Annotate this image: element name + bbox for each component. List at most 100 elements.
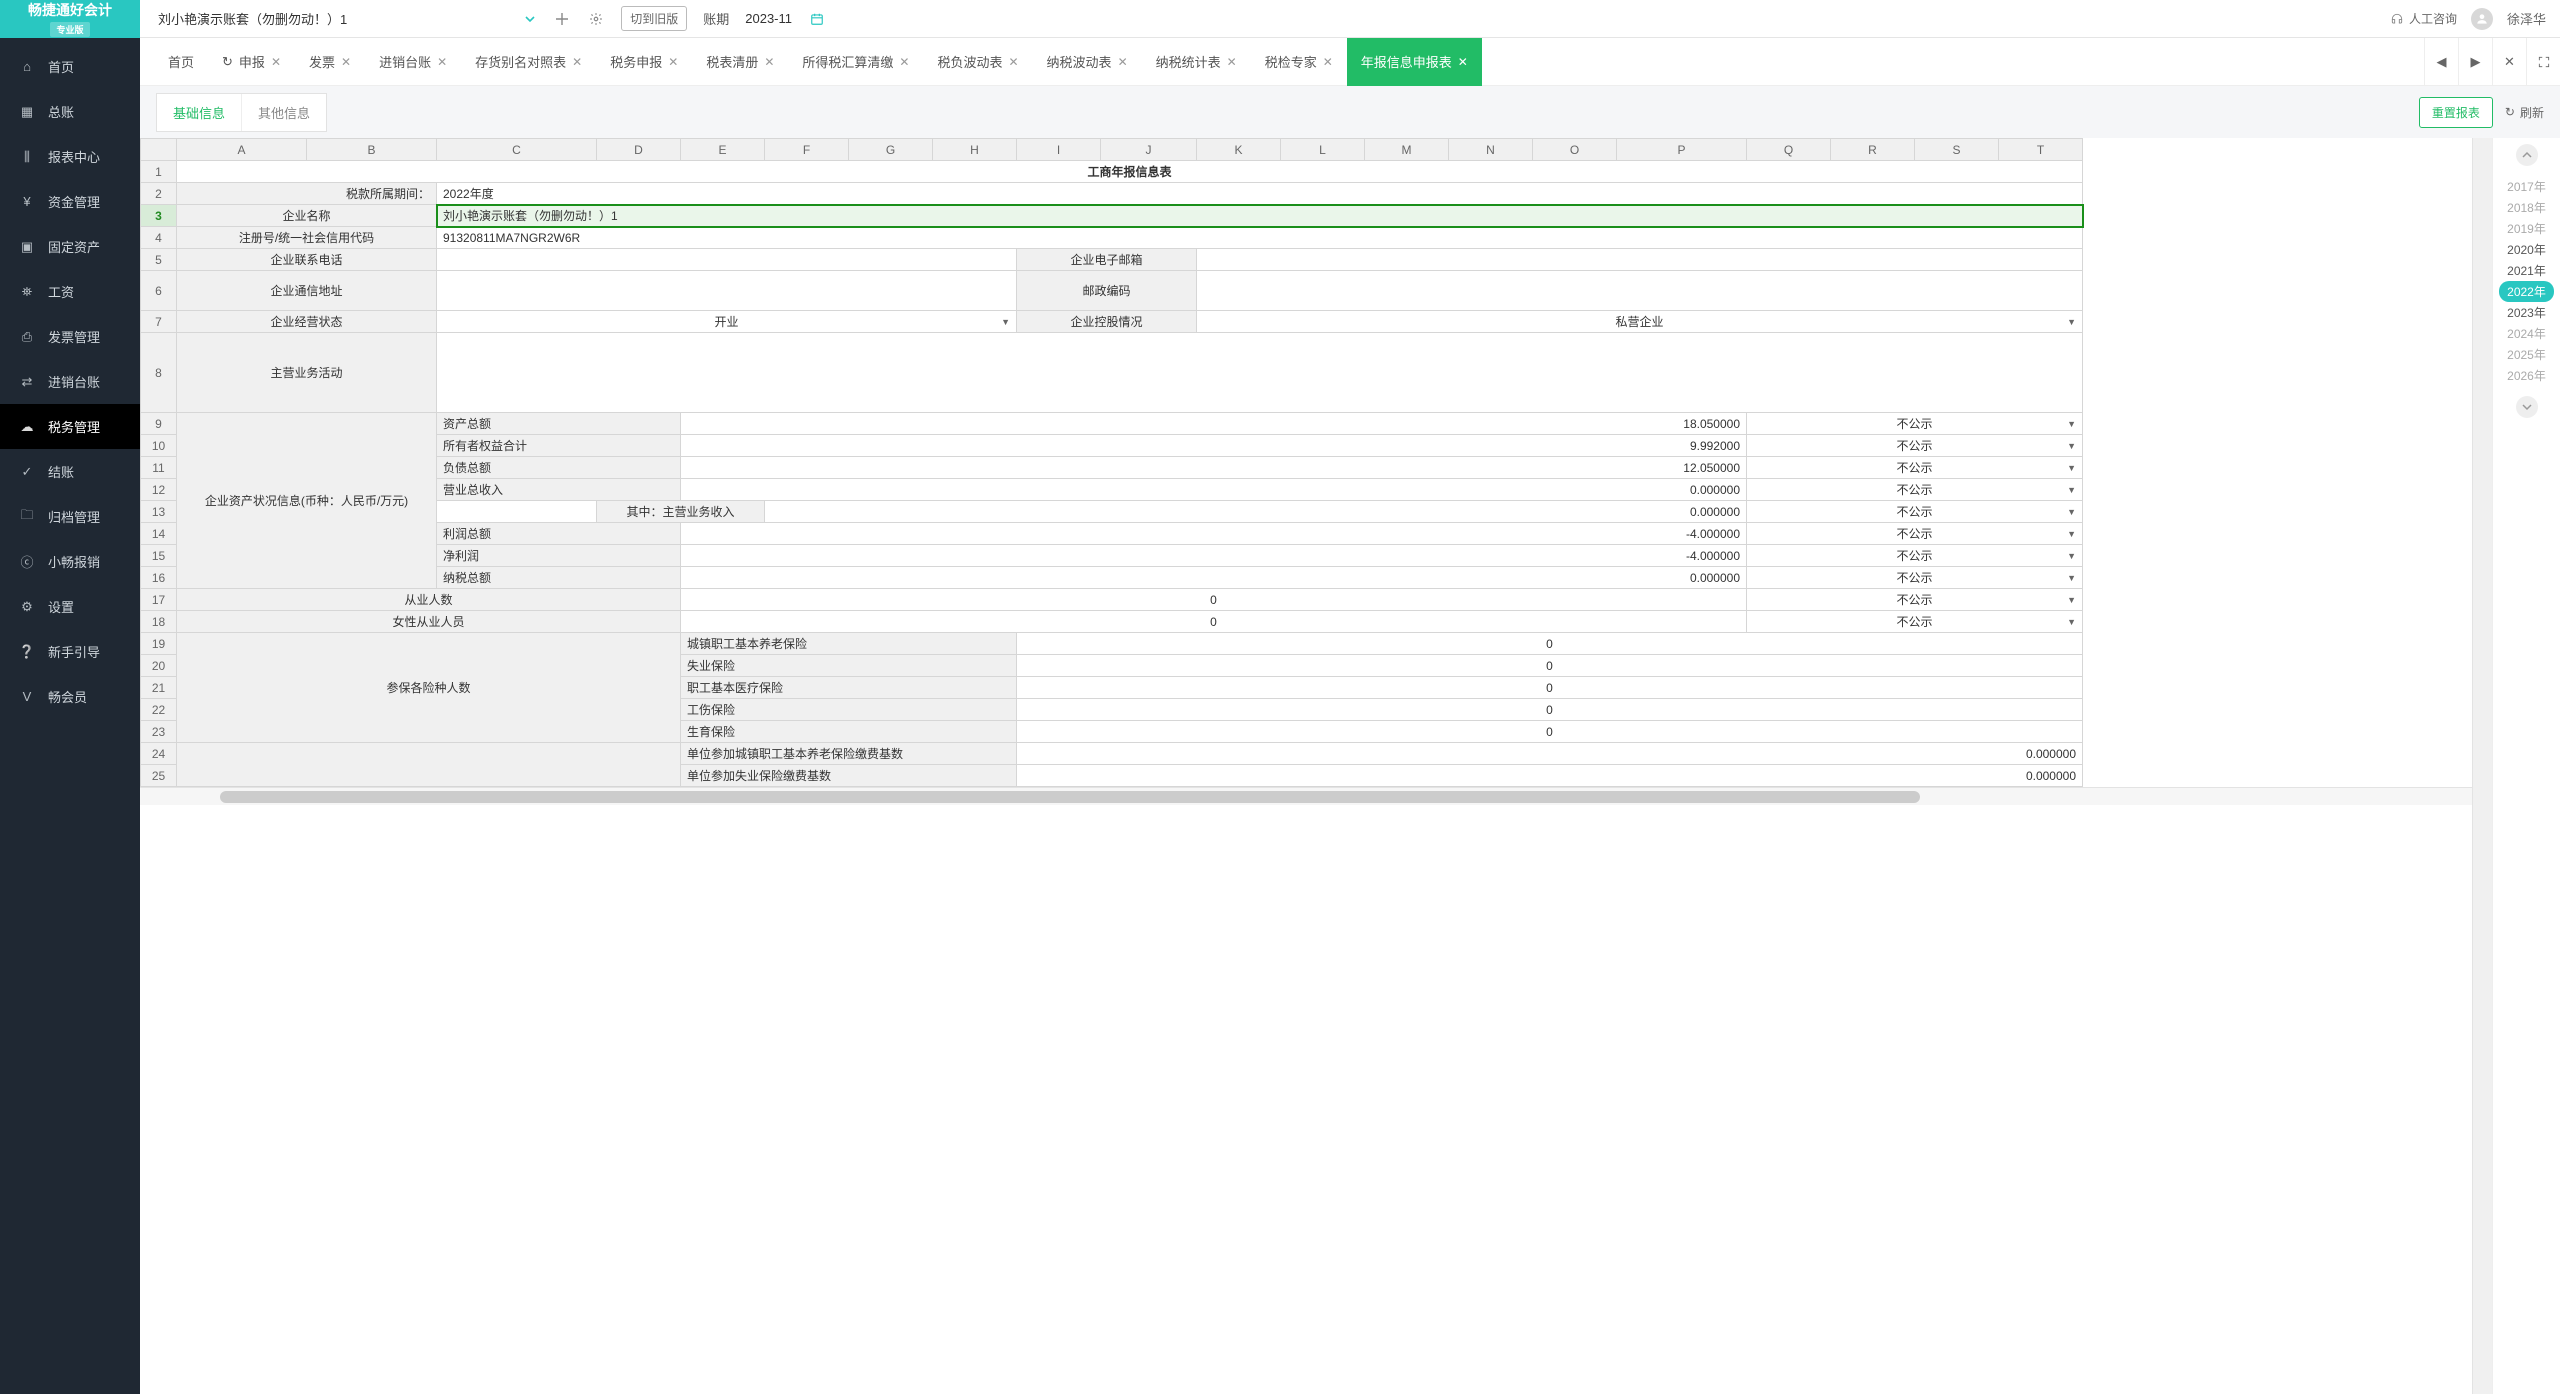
row-header-18[interactable]: 18	[141, 611, 177, 633]
tab-scroll-right[interactable]: ▶	[2458, 38, 2492, 86]
phone-value[interactable]	[437, 249, 1017, 271]
support-link[interactable]: 人工咨询	[2390, 10, 2457, 27]
col-header-N[interactable]: N	[1449, 139, 1533, 161]
row-header-12[interactable]: 12	[141, 479, 177, 501]
tab-fullscreen[interactable]	[2526, 38, 2560, 86]
close-icon[interactable]: ✕	[764, 55, 774, 69]
col-header-F[interactable]: F	[765, 139, 849, 161]
tab-6[interactable]: 税表清册✕	[692, 38, 788, 86]
zip-value[interactable]	[1197, 271, 2083, 311]
emp-value-18[interactable]: 0	[681, 611, 1747, 633]
row-header-16[interactable]: 16	[141, 567, 177, 589]
close-icon[interactable]: ✕	[668, 55, 678, 69]
corner-cell[interactable]	[141, 139, 177, 161]
row-header-21[interactable]: 21	[141, 677, 177, 699]
tab-11[interactable]: 税检专家✕	[1251, 38, 1347, 86]
sidebar-item-8[interactable]: ☁税务管理	[0, 404, 140, 449]
col-header-D[interactable]: D	[597, 139, 681, 161]
company-name-value[interactable]: 刘小艳演示账套（勿删勿动！）1	[437, 205, 2083, 227]
subtab-1[interactable]: 其他信息	[242, 94, 326, 131]
col-header-M[interactable]: M	[1365, 139, 1449, 161]
col-header-T[interactable]: T	[1999, 139, 2083, 161]
publish-10[interactable]: 不公示	[1747, 435, 2083, 457]
asset-value-11[interactable]: 12.050000	[681, 457, 1747, 479]
close-icon[interactable]: ✕	[572, 55, 582, 69]
row-header-15[interactable]: 15	[141, 545, 177, 567]
ins-value-21[interactable]: 0	[1017, 677, 2083, 699]
close-icon[interactable]: ✕	[437, 55, 447, 69]
avatar[interactable]	[2471, 8, 2493, 30]
col-header-L[interactable]: L	[1281, 139, 1365, 161]
year-2022年[interactable]: 2022年	[2499, 281, 2554, 302]
ins-value-23[interactable]: 0	[1017, 721, 2083, 743]
tab-scroll-left[interactable]: ◀	[2424, 38, 2458, 86]
col-header-H[interactable]: H	[933, 139, 1017, 161]
ins-value-20[interactable]: 0	[1017, 655, 2083, 677]
row-header-10[interactable]: 10	[141, 435, 177, 457]
tab-10[interactable]: 纳税统计表✕	[1142, 38, 1251, 86]
holding-value[interactable]: 私营企业	[1197, 311, 2083, 333]
asset-value-12[interactable]: 0.000000	[681, 479, 1747, 501]
period-value[interactable]: 2022年度	[437, 183, 2083, 205]
close-icon[interactable]: ✕	[1118, 55, 1128, 69]
sidebar-item-3[interactable]: ¥资金管理	[0, 179, 140, 224]
tab-9[interactable]: 纳税波动表✕	[1033, 38, 1142, 86]
asset-value-13[interactable]: 0.000000	[765, 501, 1747, 523]
ins-value-19[interactable]: 0	[1017, 633, 2083, 655]
asset-value-10[interactable]: 9.992000	[681, 435, 1747, 457]
sidebar-item-2[interactable]: ⫼报表中心	[0, 134, 140, 179]
col-header-P[interactable]: P	[1617, 139, 1747, 161]
year-2023年[interactable]: 2023年	[2499, 302, 2554, 323]
tab-12[interactable]: 年报信息申报表✕	[1347, 38, 1482, 86]
year-2021年[interactable]: 2021年	[2499, 260, 2554, 281]
asset-value-14[interactable]: -4.000000	[681, 523, 1747, 545]
address-value[interactable]	[437, 271, 1017, 311]
tab-5[interactable]: 税务申报✕	[596, 38, 692, 86]
asset-value-15[interactable]: -4.000000	[681, 545, 1747, 567]
tab-3[interactable]: 进销台账✕	[365, 38, 461, 86]
calendar-icon[interactable]	[808, 10, 826, 28]
account-name[interactable]: 刘小艳演示账套（勿删勿动！）1	[158, 9, 347, 28]
tab-7[interactable]: 所得税汇算清缴✕	[788, 38, 923, 86]
switch-old-version-button[interactable]: 切到旧版	[621, 6, 687, 31]
sidebar-item-13[interactable]: ❔新手引导	[0, 629, 140, 674]
sidebar-item-11[interactable]: ⓒ小畅报销	[0, 539, 140, 584]
spreadsheet[interactable]: ABCDEFGHIJKLMNOPQRST1工商年报信息表2税款所属期间：2022…	[140, 138, 2472, 1394]
row-header-8[interactable]: 8	[141, 333, 177, 413]
sidebar-item-12[interactable]: ⚙设置	[0, 584, 140, 629]
publish-15[interactable]: 不公示	[1747, 545, 2083, 567]
base-value-24[interactable]: 0.000000	[1017, 743, 2083, 765]
col-header-I[interactable]: I	[1017, 139, 1101, 161]
row-header-17[interactable]: 17	[141, 589, 177, 611]
sidebar-item-0[interactable]: ⌂首页	[0, 44, 140, 89]
col-header-B[interactable]: B	[307, 139, 437, 161]
col-header-S[interactable]: S	[1915, 139, 1999, 161]
close-icon[interactable]: ✕	[271, 55, 281, 69]
emp-value-17[interactable]: 0	[681, 589, 1747, 611]
row-header-25[interactable]: 25	[141, 765, 177, 787]
vertical-scrollbar[interactable]	[2472, 138, 2492, 1394]
col-header-A[interactable]: A	[177, 139, 307, 161]
asset-value-9[interactable]: 18.050000	[681, 413, 1747, 435]
row-header-22[interactable]: 22	[141, 699, 177, 721]
subtab-0[interactable]: 基础信息	[157, 94, 242, 131]
tab-1[interactable]: ↻申报✕	[208, 38, 295, 86]
sidebar-item-14[interactable]: V畅会员	[0, 674, 140, 719]
period-value[interactable]: 2023-11	[745, 11, 792, 26]
row-header-7[interactable]: 7	[141, 311, 177, 333]
col-header-K[interactable]: K	[1197, 139, 1281, 161]
row-header-6[interactable]: 6	[141, 271, 177, 311]
row-header-4[interactable]: 4	[141, 227, 177, 249]
tab-2[interactable]: 发票✕	[295, 38, 365, 86]
row-header-1[interactable]: 1	[141, 161, 177, 183]
chevron-down-icon[interactable]	[523, 12, 537, 26]
sidebar-item-1[interactable]: ▦总账	[0, 89, 140, 134]
year-up-button[interactable]	[2516, 144, 2538, 166]
col-header-R[interactable]: R	[1831, 139, 1915, 161]
row-header-23[interactable]: 23	[141, 721, 177, 743]
col-header-E[interactable]: E	[681, 139, 765, 161]
sidebar-item-5[interactable]: ⛯工资	[0, 269, 140, 314]
sidebar-item-7[interactable]: ⇄进销台账	[0, 359, 140, 404]
ins-value-22[interactable]: 0	[1017, 699, 2083, 721]
year-down-button[interactable]	[2516, 396, 2538, 418]
